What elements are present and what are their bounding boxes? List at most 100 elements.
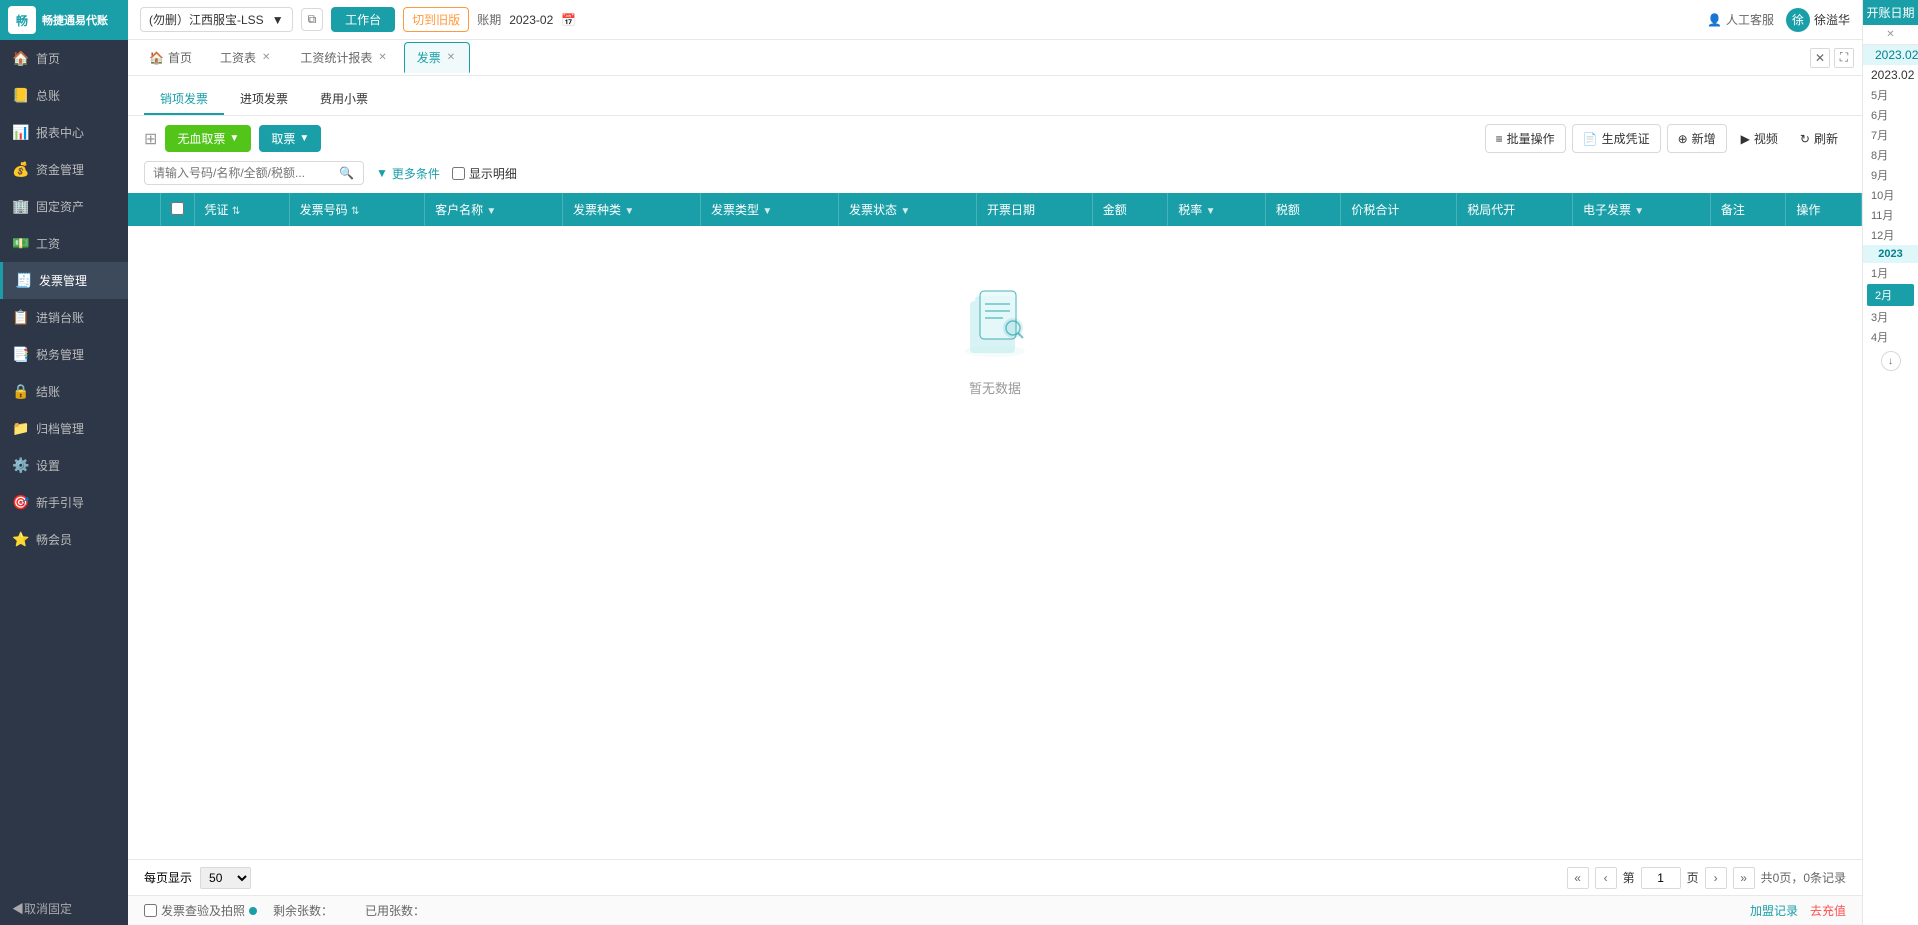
col-invoice-no[interactable]: 发票号码 ⇅ (289, 193, 424, 226)
join-record-link[interactable]: 加盟记录 (1750, 902, 1798, 919)
col-open-date[interactable]: 开票日期 (976, 193, 1092, 226)
empty-text: 暂无数据 (969, 378, 1021, 397)
col-amount[interactable]: 金额 (1092, 193, 1168, 226)
col-invoice-status[interactable]: 发票状态 ▼ (838, 193, 976, 226)
sidebar-item-settings[interactable]: ⚙️ 设置 (0, 447, 128, 484)
new-button[interactable]: ⊕ 新增 (1667, 124, 1727, 153)
date-month-8[interactable]: 8月 (1863, 145, 1918, 165)
select-all-checkbox[interactable] (171, 202, 184, 215)
year-label-2023: 2023 (1863, 245, 1918, 263)
open-period-button[interactable]: 开账日期 (1863, 0, 1918, 25)
workspace-button[interactable]: 工作台 (331, 7, 395, 32)
empty-illustration (945, 286, 1045, 366)
copy-button[interactable]: ⧉ (301, 8, 324, 31)
user-profile-button[interactable]: 徐 徐溢华 (1786, 8, 1850, 32)
last-page-button[interactable]: » (1733, 867, 1755, 889)
date-month-7[interactable]: 7月 (1863, 125, 1918, 145)
col-invoice-type[interactable]: 发票种类 ▼ (563, 193, 701, 226)
tab-home[interactable]: 🏠 首页 (136, 42, 205, 73)
date-month-12[interactable]: 12月 (1863, 225, 1918, 245)
sidebar-item-home[interactable]: 🏠 首页 (0, 40, 128, 77)
search-input[interactable] (153, 166, 333, 180)
tab-panel-close-button[interactable]: ✕ (1810, 48, 1830, 68)
switch-version-button[interactable]: 切到旧版 (403, 7, 469, 32)
show-detail-checkbox[interactable]: 显示明细 (452, 165, 517, 182)
batch-operation-button[interactable]: ≡ 批量操作 (1485, 124, 1566, 153)
per-page-select[interactable]: 50 100 200 (200, 867, 251, 889)
per-page-label: 每页显示 (144, 869, 192, 886)
refresh-button[interactable]: ↻ 刷新 (1792, 125, 1846, 152)
col-invoice-category[interactable]: 发票类型 ▼ (701, 193, 839, 226)
recharge-link[interactable]: 去充值 (1810, 902, 1846, 919)
sidebar-item-archive[interactable]: 📁 归档管理 (0, 410, 128, 447)
col-voucher[interactable]: 凭证 ⇅ (194, 193, 289, 226)
grid-view-icon[interactable]: ⊞ (144, 129, 157, 149)
date-month-3[interactable]: 3月 (1863, 307, 1918, 327)
close-invoice-button[interactable]: ✕ (445, 52, 457, 63)
date-month-10[interactable]: 10月 (1863, 185, 1918, 205)
col-tax-total[interactable]: 价税合计 (1341, 193, 1457, 226)
first-page-button[interactable]: « (1567, 867, 1589, 889)
sidebar-item-label: 工资 (36, 235, 60, 252)
next-page-button[interactable]: › (1705, 867, 1727, 889)
generate-voucher-button[interactable]: 📄 生成凭证 (1572, 124, 1661, 153)
sidebar-item-member[interactable]: ⭐ 畅会员 (0, 521, 128, 558)
sidebar-item-assets[interactable]: 🏢 固定资产 (0, 188, 128, 225)
date-month-4[interactable]: 4月 (1863, 327, 1918, 347)
sidebar-item-ledger[interactable]: 📒 总账 (0, 77, 128, 114)
filter-icon: ▼ (762, 206, 772, 217)
date-month-9[interactable]: 9月 (1863, 165, 1918, 185)
tab-payroll-stats[interactable]: 工资统计报表 ✕ (287, 42, 401, 73)
col-remark[interactable]: 备注 (1710, 193, 1786, 226)
col-tax-code[interactable]: 税局代开 (1457, 193, 1573, 226)
reports-icon: 📊 (12, 124, 28, 141)
sidebar-item-invoice[interactable]: 🧾 发票管理 (0, 262, 128, 299)
subtab-sales-invoice[interactable]: 销项发票 (144, 84, 224, 115)
more-conditions-button[interactable]: ▼ 更多条件 (376, 165, 440, 182)
sidebar-item-sales[interactable]: 📋 进销台账 (0, 299, 128, 336)
verify-checkbox[interactable] (144, 904, 157, 917)
tab-payroll-table[interactable]: 工资表 ✕ (207, 42, 285, 73)
sidebar-item-label: 总账 (36, 87, 60, 104)
sidebar-item-guide[interactable]: 🎯 新手引导 (0, 484, 128, 521)
subtab-expense-receipt[interactable]: 费用小票 (304, 84, 384, 115)
col-tax-rate[interactable]: 税率 ▼ (1168, 193, 1266, 226)
sidebar-item-reports[interactable]: 📊 报表中心 (0, 114, 128, 151)
date-month-2-active[interactable]: 2月 (1867, 284, 1914, 306)
tab-expand-button[interactable]: ⛶ (1834, 48, 1854, 68)
video-button[interactable]: ▶ 视频 (1733, 125, 1786, 152)
subtab-purchase-invoice[interactable]: 进项发票 (224, 84, 304, 115)
take-ticket-button[interactable]: 取票 ▼ (259, 125, 321, 152)
date-scroll-area[interactable]: 2023.02 2023.02 5月 6月 7月 8月 9月 10月 11月 1… (1863, 45, 1918, 925)
show-detail-input[interactable] (452, 167, 465, 180)
refresh-icon: ↻ (1800, 132, 1810, 146)
date-nav-down[interactable]: ↓ (1881, 351, 1901, 371)
page-number-input[interactable] (1641, 867, 1681, 889)
sidebar-item-closing[interactable]: 🔒 结账 (0, 373, 128, 410)
batch-icon: ≡ (1496, 132, 1503, 146)
date-month-1[interactable]: 1月 (1863, 263, 1918, 283)
take-label: 取票 (271, 130, 295, 147)
col-e-invoice[interactable]: 电子发票 ▼ (1572, 193, 1710, 226)
date-month-6[interactable]: 6月 (1863, 105, 1918, 125)
tab-invoice[interactable]: 发票 ✕ (404, 42, 470, 73)
date-entry-2[interactable]: 2023.02 (1863, 65, 1918, 85)
sidebar-item-funds[interactable]: 💰 资金管理 (0, 151, 128, 188)
date-month-11[interactable]: 11月 (1863, 205, 1918, 225)
close-payroll-stats-button[interactable]: ✕ (376, 52, 388, 63)
date-entry-1[interactable]: 2023.02 (1863, 45, 1918, 65)
customer-service-button[interactable]: 👤 人工客服 (1707, 11, 1774, 28)
close-payroll-table-button[interactable]: ✕ (260, 52, 272, 63)
no-tax-button[interactable]: 无血取票 ▼ (165, 125, 251, 152)
new-icon: ⊕ (1678, 132, 1688, 146)
col-tax[interactable]: 税额 (1265, 193, 1341, 226)
verify-checkbox-label[interactable]: 发票查验及拍照 (144, 902, 257, 919)
sidebar-item-payroll[interactable]: 💵 工资 (0, 225, 128, 262)
prev-page-button[interactable]: ‹ (1595, 867, 1617, 889)
date-panel-close-button[interactable]: ✕ (1863, 25, 1918, 45)
cancel-fixed-button[interactable]: ◀取消固定 (0, 892, 128, 925)
col-customer[interactable]: 客户名称 ▼ (425, 193, 563, 226)
company-selector[interactable]: (勿删）江西服宝-LSS ▼ (140, 7, 293, 32)
date-month-5[interactable]: 5月 (1863, 85, 1918, 105)
sidebar-item-tax[interactable]: 📑 税务管理 (0, 336, 128, 373)
